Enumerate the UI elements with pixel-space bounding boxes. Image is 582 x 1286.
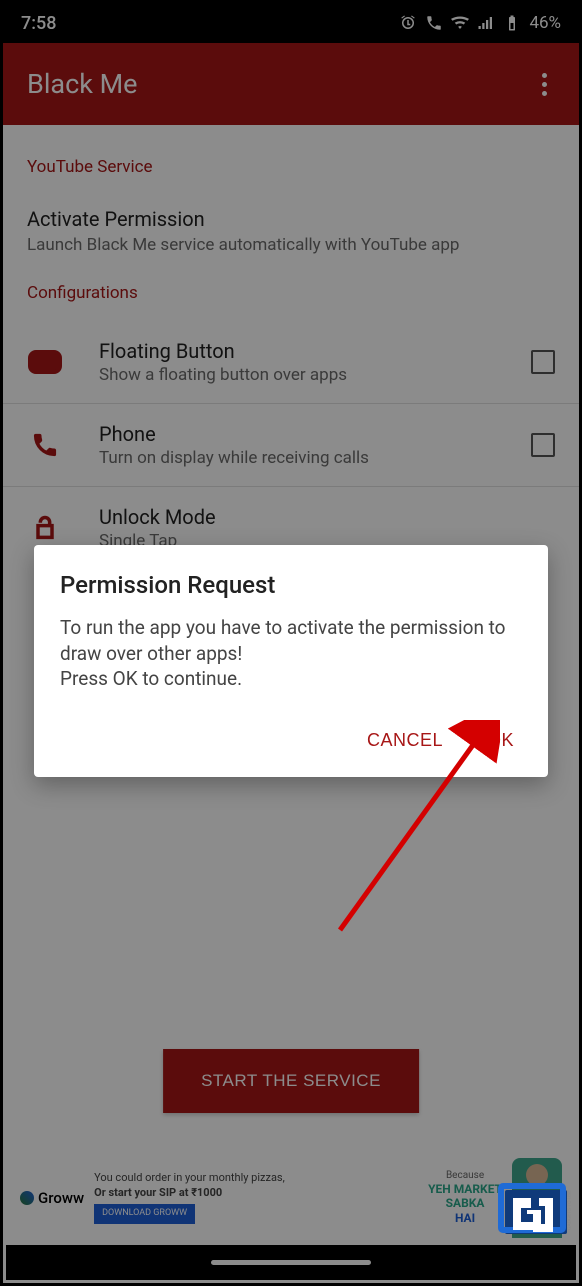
dialog-title: Permission Request [60, 571, 522, 599]
dialog-message: To run the app you have to activate the … [60, 615, 522, 692]
watermark-logo: GADGETS TO USE [493, 1172, 579, 1244]
svg-text:GADGETS TO USE: GADGETS TO USE [567, 1190, 573, 1230]
cancel-button[interactable]: CANCEL [363, 722, 447, 759]
permission-dialog: Permission Request To run the app you ha… [34, 545, 548, 777]
ok-button[interactable]: OK [483, 722, 518, 759]
